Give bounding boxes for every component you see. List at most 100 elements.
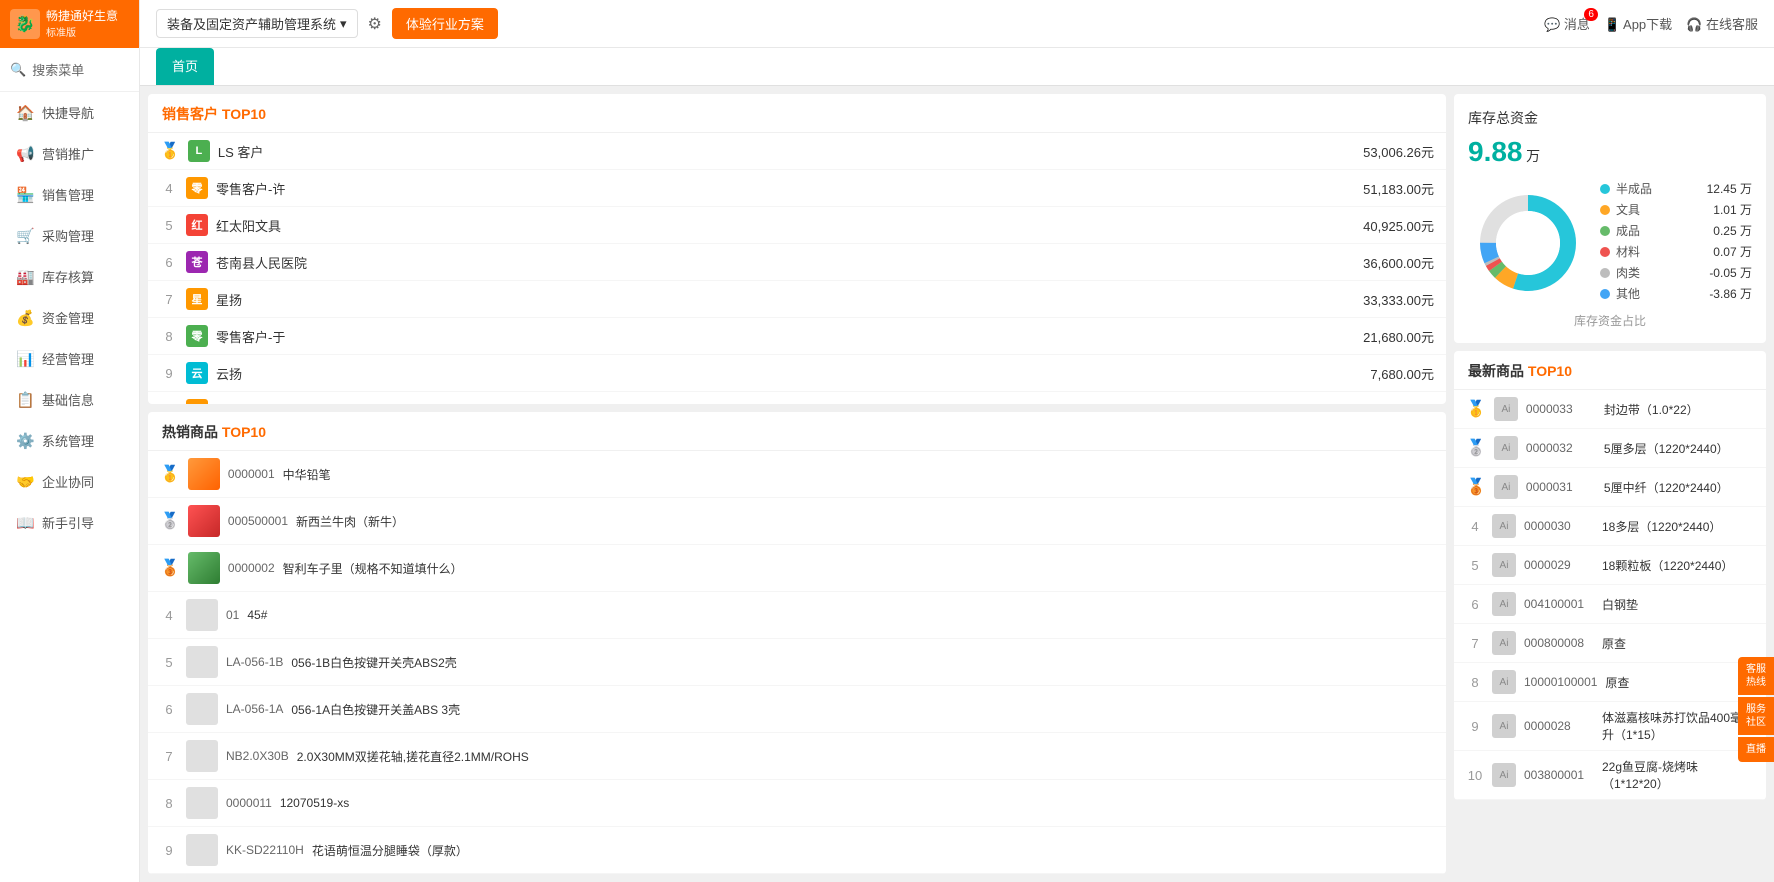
rank-number: 9 xyxy=(160,366,178,381)
product-name: 封边带（1.0*22） xyxy=(1604,401,1754,418)
rank-badge: L xyxy=(188,140,210,162)
sidebar-item-purchase[interactable]: 🛒 采购管理 xyxy=(0,215,139,256)
logo-icon: 🐉 xyxy=(10,9,40,39)
product-code: 0000031 xyxy=(1526,480,1596,494)
online-service-button[interactable]: 🎧 在线客服 xyxy=(1686,14,1758,33)
sidebar-item-marketing[interactable]: 📢 营销推广 xyxy=(0,133,139,174)
product-code: 0000001 xyxy=(228,467,275,481)
table-row: 7 星 星扬 33,333.00元 xyxy=(148,281,1446,318)
rank-name: 零售客户-许 xyxy=(216,179,1355,198)
sales-ranking-panel: 销售客户 TOP10 🥇 L LS 客户 53,006.26元 4 零 零售客户… xyxy=(148,94,1446,404)
list-item: 🥈 Ai 0000032 5厘多层（1220*2440） xyxy=(1454,429,1766,468)
service-icon: 🎧 xyxy=(1686,17,1702,32)
product-name: 22g鱼豆腐-烧烤味（1*12*20） xyxy=(1602,758,1754,792)
inventory-amount: 9.88 万 xyxy=(1468,136,1752,168)
product-code: LA-056-1A xyxy=(226,702,283,716)
product-image: Ai xyxy=(1492,553,1516,577)
sidebar-item-label: 快捷导航 xyxy=(42,103,94,122)
sidebar-item-basics[interactable]: 📋 基础信息 xyxy=(0,379,139,420)
rank-number: 4 xyxy=(1466,519,1484,534)
sidebar-item-operations[interactable]: 📊 经营管理 xyxy=(0,338,139,379)
trial-button[interactable]: 体验行业方案 xyxy=(392,8,498,39)
sidebar-item-guide[interactable]: 📖 新手引导 xyxy=(0,502,139,543)
sidebar-item-label: 新手引导 xyxy=(42,513,94,532)
legend-dot xyxy=(1600,289,1610,299)
inventory-panel: 库存总资金 9.88 万 xyxy=(1454,94,1766,343)
search-icon: 🔍 xyxy=(10,62,26,78)
product-image xyxy=(186,646,218,678)
hot-row: 4 01 45# xyxy=(148,592,1446,639)
rank-number: 5 xyxy=(160,218,178,233)
table-row: 6 苍 苍南县人民医院 36,600.00元 xyxy=(148,244,1446,281)
main-content: 装备及固定资产辅助管理系统 ▾ ⚙ 体验行业方案 💬 消息 6 📱 App下载 … xyxy=(140,0,1774,882)
product-name: 18多层（1220*2440） xyxy=(1602,518,1754,535)
hot-row: 8 0000011 12070519-xs xyxy=(148,780,1446,827)
sales-ranking-header: 销售客户 TOP10 xyxy=(148,94,1446,133)
rank-amount: 33,333.00元 xyxy=(1363,290,1434,309)
enterprise-icon: 🤝 xyxy=(16,473,34,491)
rank-badge: 苍 xyxy=(186,251,208,273)
sidebar-logo: 🐉 畅捷通好生意 标准版 xyxy=(0,0,139,48)
product-image: Ai xyxy=(1492,592,1516,616)
logo-sub: 标准版 xyxy=(46,24,118,39)
home-icon: 🏠 xyxy=(16,104,34,122)
inventory-footer: 库存资金占比 xyxy=(1468,312,1752,329)
rank-badge: 零 xyxy=(186,325,208,347)
sidebar-item-quick-nav[interactable]: 🏠 快捷导航 xyxy=(0,92,139,133)
sidebar-item-sales[interactable]: 🏪 销售管理 xyxy=(0,174,139,215)
rank-number: 10 xyxy=(1466,768,1484,783)
rank-number: 8 xyxy=(160,329,178,344)
inventory-icon: 🏭 xyxy=(16,268,34,286)
product-image xyxy=(186,599,218,631)
rank-amount: 7,680.00元 xyxy=(1370,364,1434,383)
rank-number: 4 xyxy=(160,608,178,623)
marketing-icon: 📢 xyxy=(16,145,34,163)
rank-amount: 36,600.00元 xyxy=(1363,253,1434,272)
rank-amount: 53,006.26元 xyxy=(1363,142,1434,161)
medal-icon: 🥉 xyxy=(160,558,180,578)
system-selector[interactable]: 装备及固定资产辅助管理系统 ▾ xyxy=(156,9,358,38)
product-code: 10000100001 xyxy=(1524,675,1597,689)
service-community-button[interactable]: 服务社区 xyxy=(1738,697,1774,735)
rank-number: 9 xyxy=(160,843,178,858)
product-code: LA-056-1B xyxy=(226,655,283,669)
table-row: 5 红 红太阳文具 40,925.00元 xyxy=(148,207,1446,244)
product-code: 0000032 xyxy=(1526,441,1596,455)
notification-badge: 6 xyxy=(1584,8,1598,21)
sidebar-item-system[interactable]: ⚙️ 系统管理 xyxy=(0,420,139,461)
list-item: 9 Ai 0000028 体滋嘉核味苏打饮品400毫升（1*15） xyxy=(1454,702,1766,751)
sidebar-item-finance[interactable]: 💰 资金管理 xyxy=(0,297,139,338)
app-download-button[interactable]: 📱 App下载 xyxy=(1604,14,1672,33)
product-name: 5厘多层（1220*2440） xyxy=(1604,440,1754,457)
rank-amount: 21,680.00元 xyxy=(1363,327,1434,346)
customer-service-button[interactable]: 客服热线 xyxy=(1738,657,1774,695)
rank-number: 7 xyxy=(1466,636,1484,651)
product-image xyxy=(186,787,218,819)
hot-row: 5 LA-056-1B 056-1B白色按键开关壳ABS2壳 xyxy=(148,639,1446,686)
product-image xyxy=(188,458,220,490)
product-code: 0000029 xyxy=(1524,558,1594,572)
settings-icon[interactable]: ⚙ xyxy=(368,14,382,34)
rank-name: 云扬 xyxy=(216,364,1362,383)
product-name: 体滋嘉核味苏打饮品400毫升（1*15） xyxy=(1602,709,1754,743)
tab-home[interactable]: 首页 xyxy=(156,48,214,85)
inventory-title: 库存总资金 xyxy=(1468,108,1752,128)
product-name: 智利车子里（规格不知道填什么） xyxy=(283,560,463,577)
search-menu-button[interactable]: 🔍 搜索菜单 xyxy=(10,56,129,83)
product-code: 000500001 xyxy=(228,514,288,528)
product-code: 0000028 xyxy=(1524,719,1594,733)
sidebar-search-section: 🔍 搜索菜单 xyxy=(0,48,139,92)
live-stream-button[interactable]: 直播 xyxy=(1738,737,1774,762)
sales-ranking-list: 🥇 L LS 客户 53,006.26元 4 零 零售客户-许 51,183.0… xyxy=(148,133,1446,404)
product-name: 新西兰牛肉（新牛） xyxy=(296,513,404,530)
product-image: Ai xyxy=(1492,763,1516,787)
sidebar-item-enterprise[interactable]: 🤝 企业协同 xyxy=(0,461,139,502)
sidebar-item-inventory[interactable]: 🏭 库存核算 xyxy=(0,256,139,297)
rank-amount: 51,183.00元 xyxy=(1363,179,1434,198)
product-image xyxy=(186,834,218,866)
content-tabs: 首页 xyxy=(140,48,1774,86)
rank-number: 10 xyxy=(160,403,178,405)
chevron-down-icon: ▾ xyxy=(340,16,347,32)
notification-button[interactable]: 💬 消息 6 xyxy=(1544,14,1590,33)
list-item: 5 Ai 0000029 18颗粒板（1220*2440） xyxy=(1454,546,1766,585)
